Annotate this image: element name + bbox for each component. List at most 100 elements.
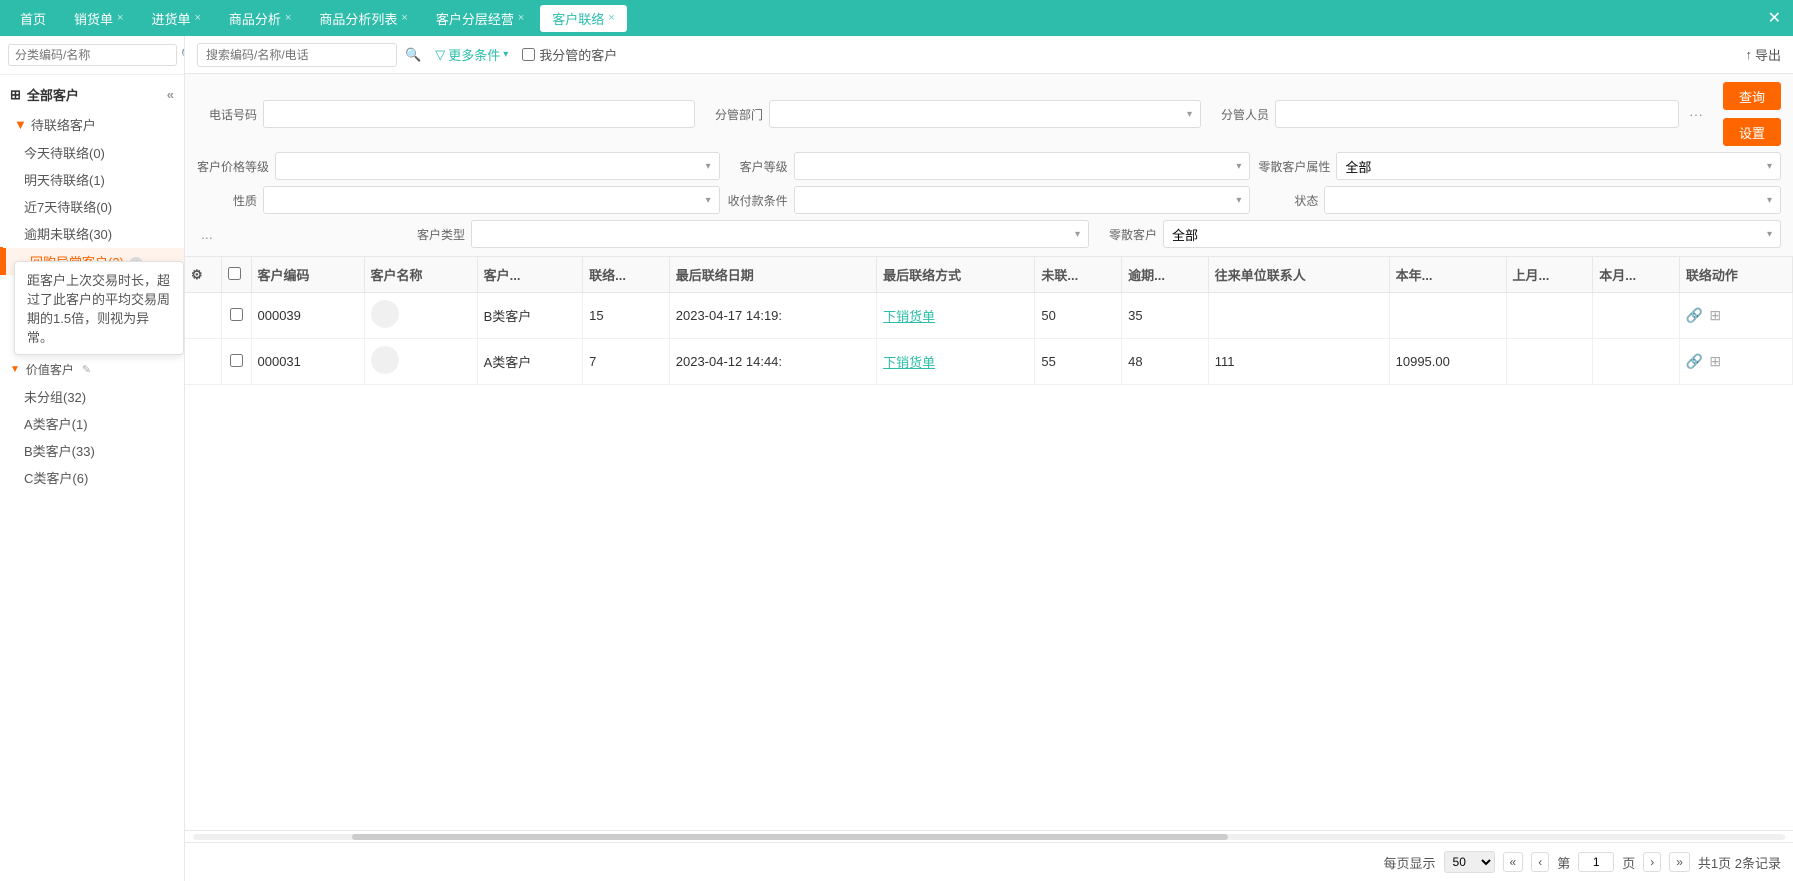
arrow-down-icon: ▼	[10, 364, 20, 375]
more-filters-button[interactable]: ...	[197, 226, 217, 242]
chevron-down-icon: ▾	[1187, 109, 1192, 120]
next-page-button[interactable]: ›	[1643, 852, 1661, 872]
export-button[interactable]: ↑ 导出	[1745, 45, 1781, 64]
grid-icon[interactable]: ⊞	[1709, 307, 1721, 324]
row-customer-type: A类客户	[477, 339, 583, 385]
nav-home[interactable]: 首页	[8, 5, 58, 32]
col-header-last-contact-method: 最后联络方式	[877, 257, 1035, 293]
nav-purchase-order[interactable]: 进货单 ×	[139, 5, 212, 32]
phone-input[interactable]	[263, 100, 695, 128]
col-header-contact-person: 往来单位联系人	[1208, 257, 1389, 293]
link-icon[interactable]: 🔗	[1686, 353, 1703, 370]
col-header-last-month: 上月...	[1506, 257, 1593, 293]
gender-select[interactable]: ▾	[263, 186, 720, 214]
col-header-check[interactable]	[221, 257, 251, 293]
row-this-month	[1593, 293, 1680, 339]
main-layout: 🔍 ⊞ 全部客户 « ▼ 待联络客户 今天待联络(0) 明天待联络(1) 近7天…	[0, 36, 1793, 881]
retail-attr-select[interactable]: 全部 ▾	[1336, 152, 1781, 180]
close-icon[interactable]: ×	[194, 12, 200, 24]
filter-field-price-level: 客户价格等级 ▾	[197, 152, 720, 180]
customer-level-select[interactable]: ▾	[794, 152, 1251, 180]
filter-field-customer-type: 客户类型 ▾	[405, 220, 1089, 248]
payment-select[interactable]: ▾	[794, 186, 1251, 214]
sidebar-item-7day-pending[interactable]: 近7天待联络(0)	[0, 193, 184, 220]
action-icons-container: 🔗⊞	[1686, 353, 1786, 370]
row-overdue: 48	[1122, 339, 1209, 385]
sidebar-collapse-button[interactable]: «	[167, 87, 174, 102]
filter-field-phone: 电话号码	[197, 100, 695, 128]
horizontal-scrollbar[interactable]	[185, 830, 1793, 842]
row-contact-count: 15	[583, 293, 670, 339]
row-settings-cell	[185, 293, 221, 339]
filter-bar: 🔍 ▽ 更多条件 ▾ 我分管的客户 ↑ 导出	[185, 36, 1793, 74]
nav-customer-contact[interactable]: 客户联络 ×	[540, 5, 626, 32]
sidebar-item-a-class[interactable]: A类客户(1)	[0, 410, 184, 437]
scroll-thumb[interactable]	[352, 834, 1228, 840]
grid-icon[interactable]: ⊞	[1709, 353, 1721, 370]
page-number-input[interactable]	[1578, 852, 1614, 872]
sidebar-item-today-pending[interactable]: 今天待联络(0)	[0, 139, 184, 166]
manager-input[interactable]	[1275, 100, 1679, 128]
window-close-button[interactable]: ✕	[1768, 8, 1781, 28]
close-icon[interactable]: ×	[608, 12, 614, 24]
sidebar-item-b-class[interactable]: B类客户(33)	[0, 437, 184, 464]
my-customers-checkbox[interactable]: 我分管的客户	[522, 45, 617, 64]
contact-method-link[interactable]: 下销货单	[883, 309, 935, 324]
nav-customer-segmentation[interactable]: 客户分层经营 ×	[424, 5, 536, 32]
row-last-contact-method[interactable]: 下销货单	[877, 339, 1035, 385]
nav-product-analysis[interactable]: 商品分析 ×	[217, 5, 303, 32]
my-customers-check[interactable]	[522, 48, 535, 61]
sidebar-item-tomorrow-pending[interactable]: 明天待联络(1)	[0, 166, 184, 193]
row-checkbox[interactable]	[230, 354, 243, 367]
settings-button[interactable]: 设置	[1723, 118, 1781, 146]
row-last-contact-method[interactable]: 下销货单	[877, 293, 1035, 339]
top-nav: 首页 销货单 × 进货单 × 商品分析 × 商品分析列表 × 客户分层经营 × …	[0, 0, 1793, 36]
select-all-checkbox[interactable]	[228, 267, 241, 280]
sidebar-search-input[interactable]	[8, 44, 177, 66]
search-icon[interactable]: 🔍	[405, 47, 421, 63]
row-this-month	[1593, 339, 1680, 385]
row-contact-count: 7	[583, 339, 670, 385]
more-conditions-button[interactable]: ▽ 更多条件 ▾	[429, 42, 514, 67]
sidebar-item-unclassified[interactable]: 未分组(32)	[0, 383, 184, 410]
table-row: 000039B类客户152023-04-17 14:19:下销货单5035🔗⊞	[185, 293, 1793, 339]
nav-sales-order[interactable]: 销货单 ×	[62, 5, 135, 32]
table-row: 000031A类客户72023-04-12 14:44:下销货单55481111…	[185, 339, 1793, 385]
search-input[interactable]	[197, 43, 397, 67]
close-icon[interactable]: ×	[285, 12, 291, 24]
contact-method-link[interactable]: 下销货单	[883, 355, 935, 370]
link-icon[interactable]: 🔗	[1686, 307, 1703, 324]
query-button[interactable]: 查询	[1723, 82, 1781, 110]
last-page-button[interactable]: »	[1669, 852, 1690, 872]
first-page-button[interactable]: «	[1503, 852, 1524, 872]
sidebar-search-icon[interactable]: 🔍	[181, 47, 185, 63]
edit-icon[interactable]: ✎	[82, 363, 91, 376]
sidebar-item-c-class[interactable]: C类客户(6)	[0, 464, 184, 491]
content-area: 🔍 ▽ 更多条件 ▾ 我分管的客户 ↑ 导出 电话号码	[185, 36, 1793, 881]
row-last-month	[1506, 293, 1593, 339]
nav-product-analysis-list[interactable]: 商品分析列表 ×	[307, 5, 419, 32]
sidebar-value-customer-section[interactable]: ▼ 价值客户 ✎	[0, 356, 184, 383]
prev-page-button[interactable]: ‹	[1531, 852, 1549, 872]
dept-select[interactable]: ▾	[769, 100, 1201, 128]
retail-customer-select[interactable]: 全部 ▾	[1163, 220, 1781, 248]
close-icon[interactable]: ×	[518, 12, 524, 24]
close-icon[interactable]: ×	[401, 12, 407, 24]
sidebar-section-pending-contact[interactable]: ▼ 待联络客户	[0, 110, 184, 139]
col-header-settings[interactable]: ⚙	[185, 257, 221, 293]
status-select[interactable]: ▾	[1324, 186, 1781, 214]
advanced-filter: 电话号码 分管部门 ▾ 分管人员 ··· 查询 设置	[185, 74, 1793, 257]
col-header-contact-count: 联络...	[583, 257, 670, 293]
sidebar-all-customers[interactable]: ⊞ 全部客户 «	[0, 79, 184, 110]
row-checkbox[interactable]	[230, 308, 243, 321]
price-level-select[interactable]: ▾	[275, 152, 720, 180]
close-icon[interactable]: ×	[117, 12, 123, 24]
row-overdue: 35	[1122, 293, 1209, 339]
filter-row-3: 性质 ▾ 收付款条件 ▾ 状态	[197, 186, 1781, 214]
per-page-select[interactable]: 50 20 100	[1444, 851, 1495, 873]
filter-field-more-dots: ...	[197, 226, 397, 242]
chevron-down-icon: ▾	[1767, 195, 1772, 206]
manager-more-button[interactable]: ···	[1685, 106, 1707, 122]
customer-type-select[interactable]: ▾	[471, 220, 1089, 248]
sidebar-item-overdue-contact[interactable]: 逾期未联络(30)	[0, 220, 184, 247]
